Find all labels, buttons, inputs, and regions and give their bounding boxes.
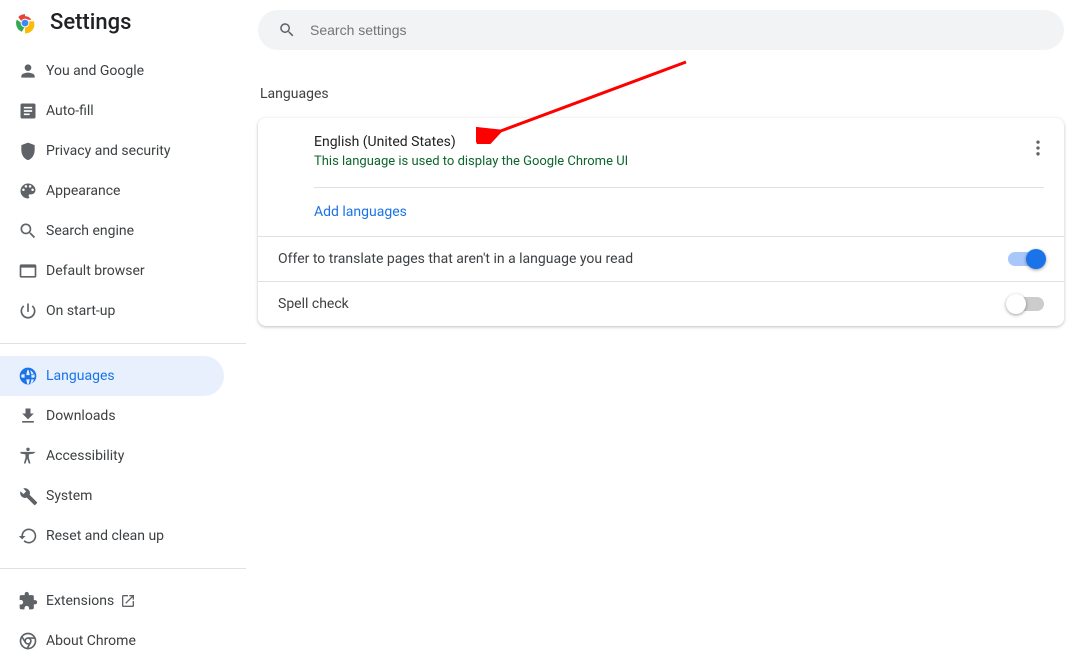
sidebar-item-languages[interactable]: Languages xyxy=(0,356,224,396)
sidebar-item-label: Auto-fill xyxy=(46,103,94,119)
sidebar-item-reset[interactable]: Reset and clean up xyxy=(0,516,224,556)
sidebar-item-search-engine[interactable]: Search engine xyxy=(0,211,224,251)
page-title: Settings xyxy=(50,10,131,35)
translate-offer-toggle[interactable] xyxy=(1008,252,1044,266)
download-icon xyxy=(18,406,46,426)
sidebar-item-label: You and Google xyxy=(46,63,144,79)
accessibility-icon xyxy=(18,446,46,466)
sidebar: Settings You and Google Auto-fill Privac… xyxy=(0,0,246,629)
language-row: English (United States) This language is… xyxy=(258,118,1064,169)
sidebar-item-you-and-google[interactable]: You and Google xyxy=(0,51,224,91)
palette-icon xyxy=(18,181,46,201)
chrome-outline-icon xyxy=(18,631,46,651)
search-icon xyxy=(278,21,296,39)
sidebar-item-label: Reset and clean up xyxy=(46,528,164,544)
translate-offer-row: Offer to translate pages that aren't in … xyxy=(258,237,1064,281)
chrome-icon xyxy=(14,12,36,34)
sidebar-item-downloads[interactable]: Downloads xyxy=(0,396,224,436)
shield-icon xyxy=(18,141,46,161)
sidebar-item-default-browser[interactable]: Default browser xyxy=(0,251,224,291)
translate-offer-label: Offer to translate pages that aren't in … xyxy=(278,251,633,267)
sidebar-header: Settings xyxy=(0,10,246,43)
sidebar-item-label: Appearance xyxy=(46,183,120,199)
language-subtitle: This language is used to display the Goo… xyxy=(314,154,1044,169)
divider xyxy=(0,568,246,569)
search-input[interactable] xyxy=(310,22,1044,38)
sidebar-item-label: Languages xyxy=(46,368,115,384)
sidebar-item-label: Downloads xyxy=(46,408,116,424)
sidebar-item-label: On start-up xyxy=(46,303,115,319)
spell-check-row: Spell check xyxy=(258,282,1064,326)
sidebar-item-accessibility[interactable]: Accessibility xyxy=(0,436,224,476)
restore-icon xyxy=(18,526,46,546)
divider xyxy=(0,343,246,344)
sidebar-item-label: About Chrome xyxy=(46,633,136,649)
spell-check-toggle[interactable] xyxy=(1008,297,1044,311)
extension-icon xyxy=(18,591,46,611)
languages-card: English (United States) This language is… xyxy=(258,118,1064,326)
sidebar-item-label: Default browser xyxy=(46,263,145,279)
sidebar-item-label: Accessibility xyxy=(46,448,124,464)
browser-icon xyxy=(18,261,46,281)
person-icon xyxy=(18,61,46,81)
add-languages-button[interactable]: Add languages xyxy=(258,188,1064,236)
search-icon xyxy=(18,221,46,241)
power-icon xyxy=(18,301,46,321)
sidebar-item-appearance[interactable]: Appearance xyxy=(0,171,224,211)
spell-check-label: Spell check xyxy=(278,296,349,312)
sidebar-item-label: Extensions xyxy=(46,593,114,609)
external-link-icon xyxy=(120,593,136,609)
sidebar-item-label: Privacy and security xyxy=(46,143,170,159)
section-title: Languages xyxy=(260,86,1064,102)
sidebar-item-label: System xyxy=(46,488,92,504)
sidebar-item-auto-fill[interactable]: Auto-fill xyxy=(0,91,224,131)
language-name: English (United States) xyxy=(314,134,1044,150)
sidebar-item-system[interactable]: System xyxy=(0,476,224,516)
main-content: Languages English (United States) This l… xyxy=(246,0,1080,629)
globe-icon xyxy=(18,366,46,386)
search-bar[interactable] xyxy=(258,10,1064,50)
sidebar-item-on-start-up[interactable]: On start-up xyxy=(0,291,224,331)
sidebar-nav: You and Google Auto-fill Privacy and sec… xyxy=(0,43,246,661)
autofill-icon xyxy=(18,101,46,121)
sidebar-item-extensions[interactable]: Extensions xyxy=(0,581,224,621)
sidebar-item-privacy[interactable]: Privacy and security xyxy=(0,131,224,171)
wrench-icon xyxy=(18,486,46,506)
sidebar-item-label: Search engine xyxy=(46,223,134,239)
sidebar-item-about-chrome[interactable]: About Chrome xyxy=(0,621,224,661)
more-vert-icon[interactable] xyxy=(1028,138,1048,158)
